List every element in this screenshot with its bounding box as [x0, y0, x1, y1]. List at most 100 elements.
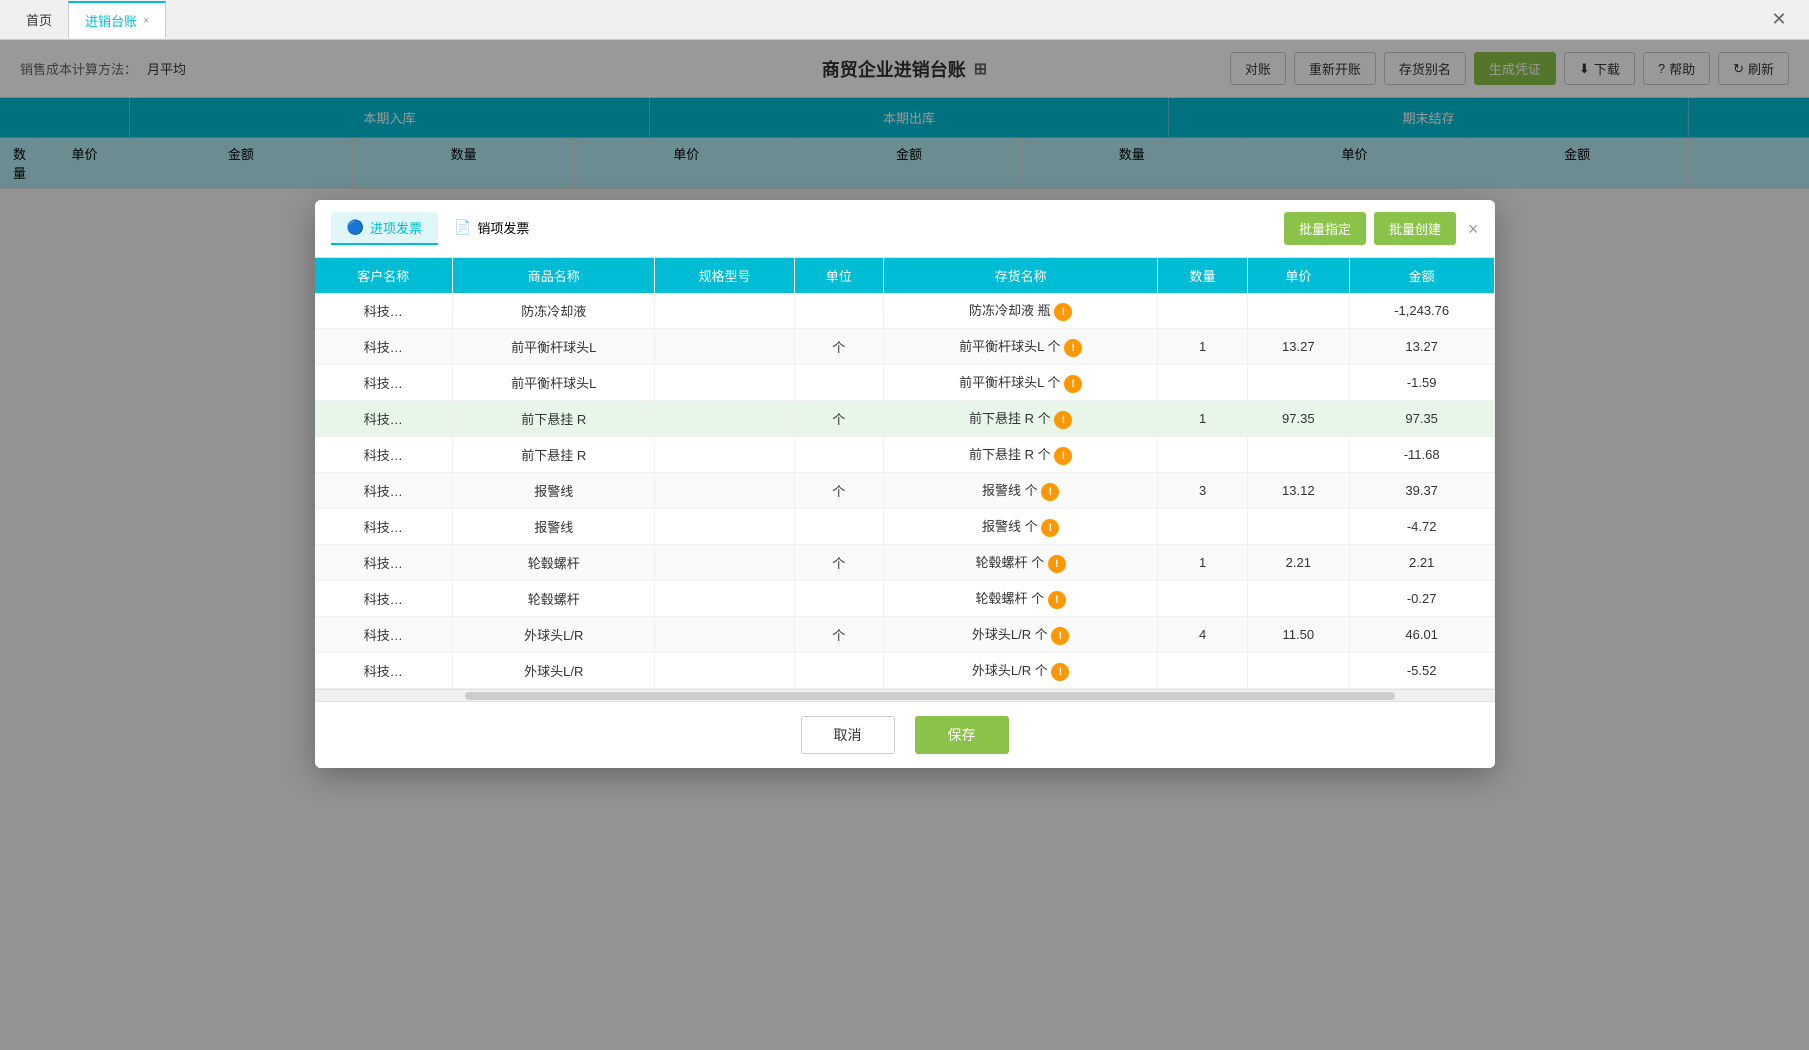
- cell-amount: -4.72: [1349, 509, 1494, 545]
- warn-icon: !: [1054, 411, 1072, 429]
- window-close-button[interactable]: ✕: [1759, 0, 1799, 40]
- cell-amount: -1.59: [1349, 365, 1494, 401]
- cell-amount: 2.21: [1349, 545, 1494, 581]
- cell-price: [1247, 509, 1349, 545]
- cell-inventory: 外球头L/R 个 !: [884, 653, 1158, 689]
- cell-qty: 3: [1158, 473, 1248, 509]
- warn-icon: !: [1051, 663, 1069, 681]
- cell-inventory: 轮毂螺杆 个 !: [884, 545, 1158, 581]
- warn-icon: !: [1048, 591, 1066, 609]
- cell-product: 报警线: [453, 509, 655, 545]
- cell-product: 报警线: [453, 473, 655, 509]
- warn-icon: !: [1054, 447, 1072, 465]
- cell-spec: [655, 473, 794, 509]
- cell-unit: [794, 437, 884, 473]
- tab-bar: 首页 进销台账 × ✕: [0, 0, 1809, 40]
- warn-icon: !: [1064, 339, 1082, 357]
- tab-home[interactable]: 首页: [10, 2, 68, 37]
- cell-spec: [655, 401, 794, 437]
- cell-inventory: 前下悬挂 R 个 !: [884, 437, 1158, 473]
- cell-price: 13.12: [1247, 473, 1349, 509]
- cell-inventory: 前平衡杆球头L 个 !: [884, 365, 1158, 401]
- cell-spec: [655, 581, 794, 617]
- tab-ledger-close[interactable]: ×: [143, 15, 149, 27]
- dialog-tabs: 🔵 进项发票 📄 销项发票: [331, 212, 546, 245]
- cell-qty: [1158, 293, 1248, 329]
- cell-inventory: 轮毂螺杆 个 !: [884, 581, 1158, 617]
- tab-purchase-invoice[interactable]: 🔵 进项发票: [331, 212, 438, 245]
- dialog-table-wrap[interactable]: 客户名称 商品名称 规格型号 单位 存货名称 数量 单价 金额 科技… 防冻冷却…: [315, 258, 1495, 689]
- cell-amount: -11.68: [1349, 437, 1494, 473]
- cell-amount: -1,243.76: [1349, 293, 1494, 329]
- col-unit: 单位: [794, 258, 884, 293]
- cell-qty: [1158, 509, 1248, 545]
- cancel-button[interactable]: 取消: [801, 716, 895, 754]
- cell-spec: [655, 365, 794, 401]
- batch-create-button[interactable]: 批量创建: [1374, 212, 1456, 245]
- warn-icon: !: [1041, 519, 1059, 537]
- tab-sales-invoice[interactable]: 📄 销项发票: [438, 212, 545, 245]
- col-inventory: 存货名称: [884, 258, 1158, 293]
- cell-price: [1247, 365, 1349, 401]
- cell-inventory: 前下悬挂 R 个 !: [884, 401, 1158, 437]
- cell-unit: 个: [794, 329, 884, 365]
- table-row: 科技… 外球头L/R 外球头L/R 个 ! -5.52: [315, 653, 1495, 689]
- cell-customer: 科技…: [315, 293, 453, 329]
- cell-qty: 4: [1158, 617, 1248, 653]
- cell-customer: 科技…: [315, 437, 453, 473]
- table-row: 科技… 轮毂螺杆 轮毂螺杆 个 ! -0.27: [315, 581, 1495, 617]
- dialog: 🔵 进项发票 📄 销项发票 批量指定 批量创建 × 客户名称: [315, 200, 1495, 768]
- cell-price: 97.35: [1247, 401, 1349, 437]
- dialog-header: 🔵 进项发票 📄 销项发票 批量指定 批量创建 ×: [315, 200, 1495, 258]
- cell-amount: 46.01: [1349, 617, 1494, 653]
- cell-inventory: 防冻冷却液 瓶 !: [884, 293, 1158, 329]
- dialog-actions: 批量指定 批量创建: [1284, 212, 1456, 245]
- cell-inventory: 外球头L/R 个 !: [884, 617, 1158, 653]
- cell-qty: [1158, 365, 1248, 401]
- cell-product: 前下悬挂 R: [453, 437, 655, 473]
- cell-spec: [655, 293, 794, 329]
- cell-product: 轮毂螺杆: [453, 545, 655, 581]
- warn-icon: !: [1051, 627, 1069, 645]
- dialog-close-button[interactable]: ×: [1468, 220, 1479, 238]
- cell-inventory: 报警线 个 !: [884, 473, 1158, 509]
- cell-spec: [655, 617, 794, 653]
- cell-product: 前平衡杆球头L: [453, 365, 655, 401]
- purchase-tab-icon: 🔵: [347, 219, 364, 236]
- cell-price: [1247, 293, 1349, 329]
- batch-assign-button[interactable]: 批量指定: [1284, 212, 1366, 245]
- cell-amount: 13.27: [1349, 329, 1494, 365]
- table-row: 科技… 前下悬挂 R 个 前下悬挂 R 个 ! 1 97.35 97.35: [315, 401, 1495, 437]
- cell-spec: [655, 509, 794, 545]
- table-row: 科技… 轮毂螺杆 个 轮毂螺杆 个 ! 1 2.21 2.21: [315, 545, 1495, 581]
- cell-amount: 97.35: [1349, 401, 1494, 437]
- cell-price: 2.21: [1247, 545, 1349, 581]
- horizontal-scrollbar[interactable]: [315, 689, 1495, 701]
- cell-product: 防冻冷却液: [453, 293, 655, 329]
- tab-ledger[interactable]: 进销台账 ×: [68, 1, 166, 38]
- cell-unit: 个: [794, 401, 884, 437]
- save-button[interactable]: 保存: [915, 716, 1009, 754]
- col-spec: 规格型号: [655, 258, 794, 293]
- cell-amount: -5.52: [1349, 653, 1494, 689]
- cell-qty: 1: [1158, 401, 1248, 437]
- col-customer: 客户名称: [315, 258, 453, 293]
- warn-icon: !: [1041, 483, 1059, 501]
- cell-spec: [655, 329, 794, 365]
- cell-customer: 科技…: [315, 473, 453, 509]
- cell-unit: [794, 293, 884, 329]
- col-price: 单价: [1247, 258, 1349, 293]
- cell-unit: [794, 365, 884, 401]
- cell-customer: 科技…: [315, 545, 453, 581]
- cell-customer: 科技…: [315, 329, 453, 365]
- cell-spec: [655, 437, 794, 473]
- dialog-footer: 取消 保存: [315, 701, 1495, 768]
- cell-price: 13.27: [1247, 329, 1349, 365]
- cell-customer: 科技…: [315, 581, 453, 617]
- warn-icon: !: [1054, 303, 1072, 321]
- col-amount: 金额: [1349, 258, 1494, 293]
- cell-spec: [655, 653, 794, 689]
- cell-qty: [1158, 653, 1248, 689]
- table-row: 科技… 防冻冷却液 防冻冷却液 瓶 ! -1,243.76: [315, 293, 1495, 329]
- cell-customer: 科技…: [315, 365, 453, 401]
